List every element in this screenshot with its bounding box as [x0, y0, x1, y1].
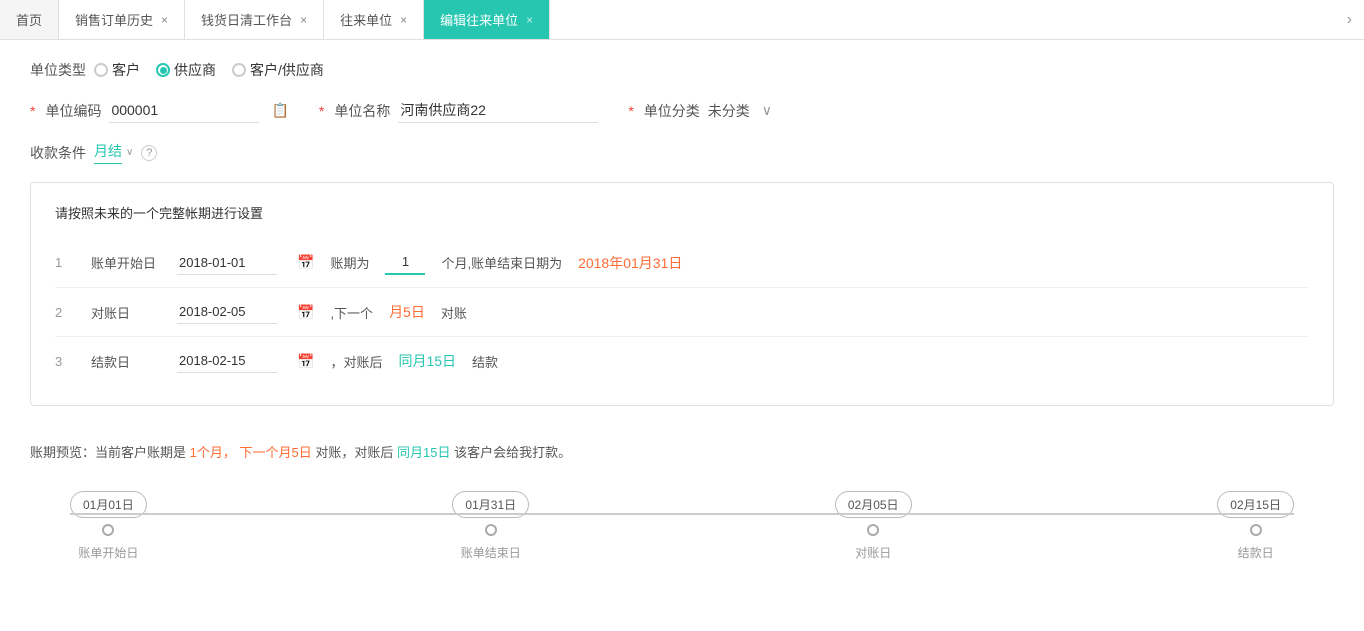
- unit-name-field: * 单位名称: [319, 98, 598, 123]
- tl-dot-2: [485, 524, 497, 536]
- payment-field: 收款条件 月结 ∨ ?: [30, 141, 157, 164]
- row-label-2: 对账日: [91, 303, 161, 322]
- unit-name-required: *: [319, 103, 324, 119]
- tl-desc-1: 账单开始日: [78, 544, 138, 561]
- row-2-desc-prefix: ,下一个: [330, 303, 373, 322]
- row-num-2: 2: [55, 305, 75, 320]
- tl-dot-3: [867, 524, 879, 536]
- row-num-3: 3: [55, 354, 75, 369]
- unit-category-required: *: [628, 103, 633, 119]
- radio-both[interactable]: 客户/供应商: [232, 60, 324, 80]
- settle-date-calendar-icon[interactable]: 📅: [297, 353, 314, 370]
- row-1-desc-prefix: 账期为: [330, 253, 369, 272]
- row-3-highlight: 同月15日: [398, 351, 456, 371]
- row-label-1: 账单开始日: [91, 253, 161, 272]
- unit-type-radio-group: 客户 供应商 客户/供应商: [94, 60, 324, 80]
- tab-home[interactable]: 首页: [0, 0, 59, 39]
- payment-dropdown-icon: ∨: [126, 147, 133, 158]
- row-2-desc-suffix: 对账: [441, 303, 467, 322]
- preview-item3: 同月15日: [397, 445, 450, 460]
- preview-suffix: 该客户会给我打款。: [454, 445, 571, 460]
- row-2-highlight: 月5日: [389, 302, 425, 322]
- tab-edit-partner[interactable]: 编辑往来单位 ×: [424, 0, 550, 39]
- unit-category-value: 未分类: [708, 101, 750, 121]
- row-1-highlight-date: 2018年01月31日: [578, 253, 682, 273]
- unit-type-row: 单位类型 客户 供应商 客户/供应商: [30, 60, 1334, 80]
- close-sales-history[interactable]: ×: [161, 13, 168, 27]
- main-content: 单位类型 客户 供应商 客户/供应商 * 单位编码: [0, 40, 1364, 631]
- preview-prefix: 账期预览：当前客户账期是: [30, 445, 186, 460]
- tab-partner-unit[interactable]: 往来单位 ×: [324, 0, 424, 39]
- unit-code-icon[interactable]: 📋: [271, 102, 288, 119]
- settings-row-1: 1 账单开始日 📅 账期为 个月,账单结束日期为 2018年01月31日: [55, 238, 1309, 288]
- payment-row: 收款条件 月结 ∨ ?: [30, 141, 1334, 164]
- preview-item1: 1个月，: [190, 445, 236, 460]
- payment-help-icon[interactable]: ?: [141, 145, 157, 161]
- start-date-calendar-icon[interactable]: 📅: [297, 254, 314, 271]
- row-3-desc-prefix: ，对账后: [330, 352, 382, 371]
- preview-text: 账期预览：当前客户账期是 1个月， 下一个月5日 对账，对账后 同月15日 该客…: [30, 442, 1334, 461]
- timeline-node-2: 01月31日 账单结束日: [452, 491, 529, 561]
- unit-type-label: 单位类型: [30, 60, 86, 80]
- row-label-3: 结款日: [91, 352, 161, 371]
- settings-hint: 请按照未来的一个完整帐期进行设置: [55, 203, 1309, 222]
- radio-both-circle: [232, 63, 246, 77]
- close-cash-work[interactable]: ×: [300, 13, 307, 27]
- unit-code-label: 单位编码: [45, 101, 101, 121]
- unit-code-required: *: [30, 103, 35, 119]
- radio-customer-circle: [94, 63, 108, 77]
- row-1-desc-suffix: 个月,账单结束日期为: [441, 253, 562, 272]
- timeline-node-3: 02月05日 对账日: [835, 491, 912, 561]
- start-date-input[interactable]: [177, 251, 277, 275]
- row-num-1: 1: [55, 255, 75, 270]
- timeline-node-4: 02月15日 结款日: [1217, 491, 1294, 561]
- timeline-points: 01月01日 账单开始日 01月31日 账单结束日 02月05日 对账日 02月…: [70, 491, 1294, 561]
- preview-section: 账期预览：当前客户账期是 1个月， 下一个月5日 对账，对账后 同月15日 该客…: [30, 426, 1334, 611]
- timeline-node-1: 01月01日 账单开始日: [70, 491, 147, 561]
- payment-label: 收款条件: [30, 143, 86, 163]
- tab-cash-work[interactable]: 钱货日清工作台 ×: [185, 0, 324, 39]
- tab-sales-history[interactable]: 销售订单历史 ×: [59, 0, 185, 39]
- tl-desc-4: 结款日: [1238, 544, 1274, 561]
- settings-box: 请按照未来的一个完整帐期进行设置 1 账单开始日 📅 账期为 个月,账单结束日期…: [30, 182, 1334, 406]
- tl-desc-3: 对账日: [855, 544, 891, 561]
- unit-name-input[interactable]: [398, 98, 598, 123]
- unit-name-label: 单位名称: [334, 101, 390, 121]
- radio-supplier-circle: [156, 63, 170, 77]
- unit-category-dropdown-icon[interactable]: ∨: [762, 102, 772, 119]
- reconcile-date-input[interactable]: [177, 300, 277, 324]
- settings-row-3: 3 结款日 📅 ，对账后 同月15日 结款: [55, 337, 1309, 385]
- settings-row-2: 2 对账日 📅 ,下一个 月5日 对账: [55, 288, 1309, 337]
- month-input[interactable]: [385, 250, 425, 275]
- unit-code-field: * 单位编码 📋: [30, 98, 289, 123]
- unit-code-input[interactable]: [109, 98, 259, 123]
- radio-customer[interactable]: 客户: [94, 60, 140, 80]
- tl-dot-1: [102, 524, 114, 536]
- tl-desc-2: 账单结束日: [461, 544, 521, 561]
- unit-info-row: * 单位编码 📋 * 单位名称 * 单位分类 未分类 ∨: [30, 98, 1334, 123]
- payment-select[interactable]: 月结 ∨: [94, 141, 133, 164]
- preview-middle: 对账，对账后: [315, 445, 393, 460]
- row-3-desc-suffix: 结款: [472, 352, 498, 371]
- unit-category-label: 单位分类: [644, 101, 700, 121]
- close-edit-partner[interactable]: ×: [526, 13, 533, 27]
- timeline: 01月01日 账单开始日 01月31日 账单结束日 02月05日 对账日 02月…: [30, 481, 1334, 611]
- payment-value: 月结: [94, 141, 122, 164]
- radio-supplier[interactable]: 供应商: [156, 60, 216, 80]
- reconcile-date-calendar-icon[interactable]: 📅: [297, 304, 314, 321]
- tl-dot-4: [1250, 524, 1262, 536]
- preview-item2: 下一个月5日: [240, 445, 312, 460]
- tab-more-button[interactable]: ›: [1335, 11, 1364, 29]
- close-partner-unit[interactable]: ×: [400, 13, 407, 27]
- settle-date-input[interactable]: [177, 349, 277, 373]
- tab-bar: 首页 销售订单历史 × 钱货日清工作台 × 往来单位 × 编辑往来单位 × ›: [0, 0, 1364, 40]
- unit-type-field: 单位类型 客户 供应商 客户/供应商: [30, 60, 324, 80]
- timeline-line: [70, 513, 1294, 515]
- unit-category-field: * 单位分类 未分类 ∨: [628, 101, 772, 121]
